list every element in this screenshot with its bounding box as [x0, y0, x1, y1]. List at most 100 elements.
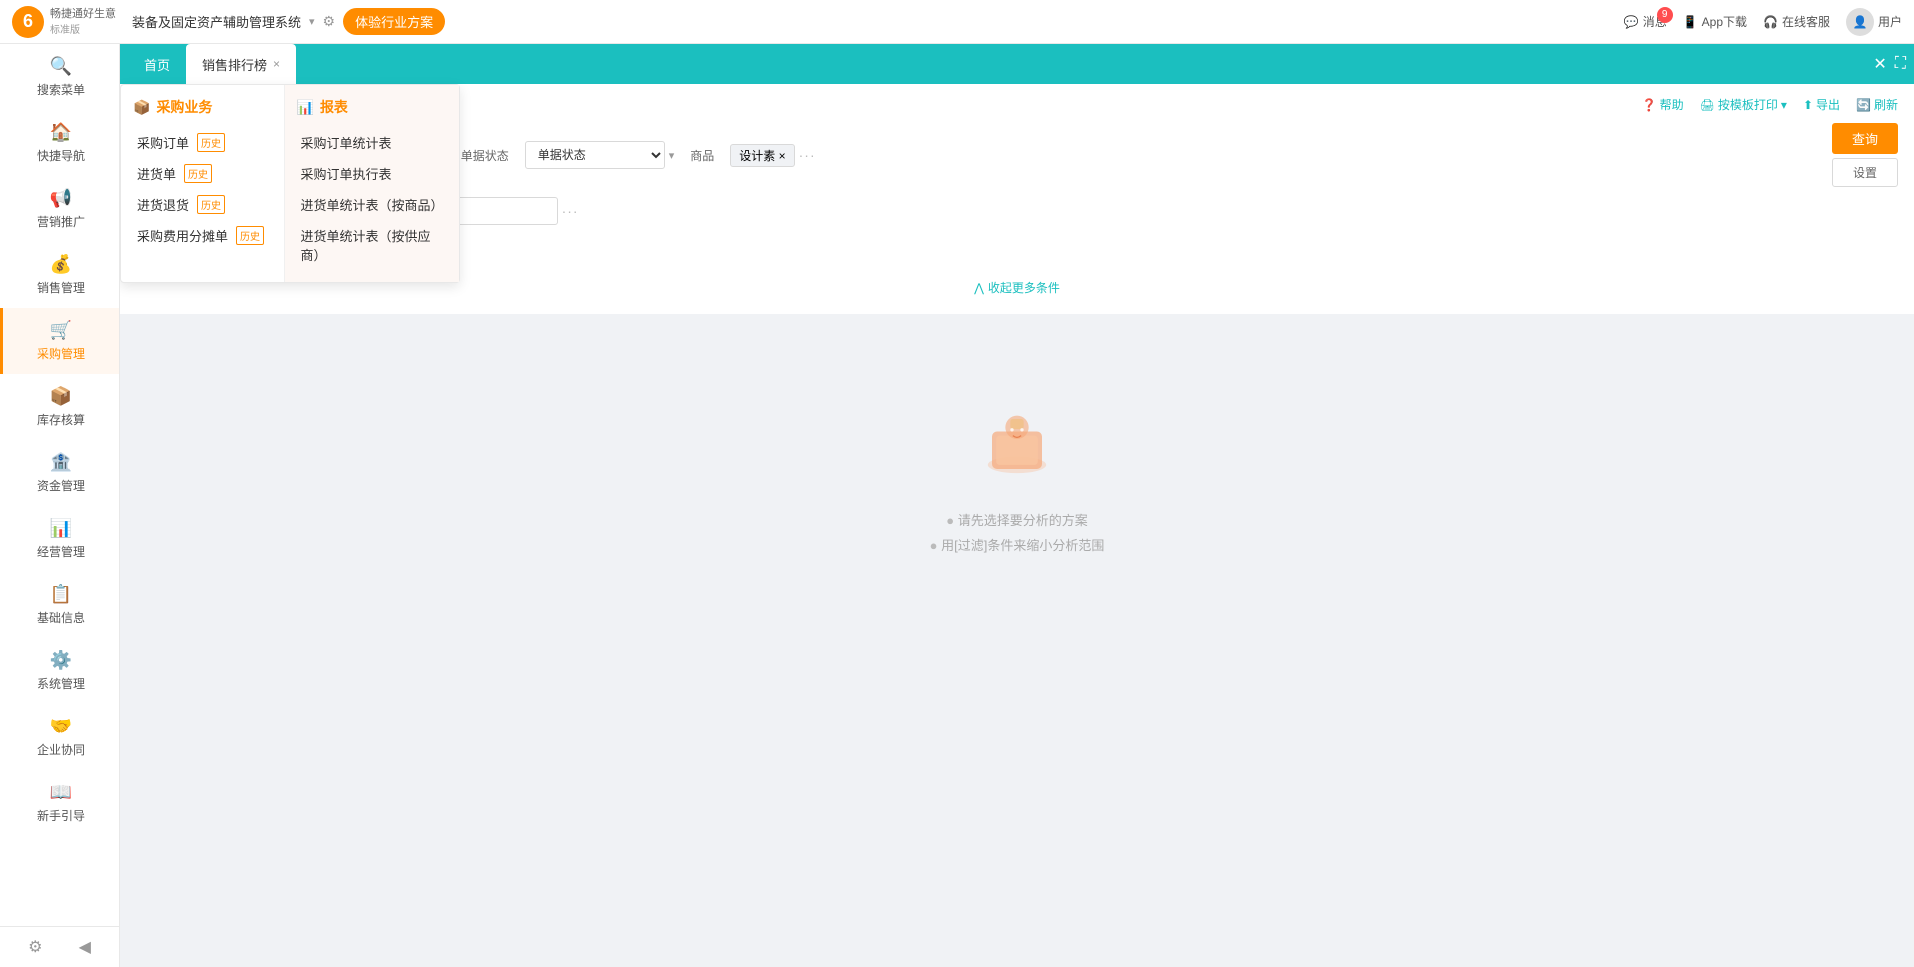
sidebar-item-sales[interactable]: 💰 销售管理 — [0, 242, 119, 308]
purchase-icon: 🛒 — [50, 320, 72, 341]
export-label: 导出 — [1816, 96, 1840, 113]
goods-more-icon[interactable]: ··· — [799, 147, 816, 163]
system-name: 装备及固定资产辅助管理系统 — [132, 12, 301, 31]
purchase-dropdown-menu: 📦 采购业务 采购订单 历史 进货单 历史 进货退货 历史 — [120, 84, 460, 283]
sidebar-item-label: 快捷导航 — [37, 147, 85, 164]
sidebar-item-cooperation[interactable]: 🤝 企业协同 — [0, 704, 119, 770]
sidebar-item-label: 销售管理 — [37, 279, 85, 296]
app-label: App下载 — [1702, 13, 1747, 30]
tab-home[interactable]: 首页 — [128, 44, 186, 84]
sidebar-item-label: 搜索菜单 — [37, 81, 85, 98]
print-dropdown-icon[interactable]: ▾ — [1781, 98, 1787, 112]
hist-badge-expense: 历史 — [236, 226, 264, 245]
footer-collapse-icon[interactable]: ◀ — [79, 937, 91, 957]
sidebar-item-basic[interactable]: 📋 基础信息 — [0, 572, 119, 638]
expense-label: 采购费用分摊单 — [137, 226, 228, 245]
export-btn[interactable]: ⬆ 导出 — [1803, 96, 1840, 113]
menu-item-po-stat[interactable]: 采购订单统计表 — [297, 127, 448, 158]
doc-status-label: 单据状态 — [461, 147, 509, 164]
empty-state: ● 请先选择要分析的方案 ● 用[过滤]条件来缩小分析范围 — [120, 314, 1914, 640]
empty-line2: 用[过滤]条件来缩小分析范围 — [941, 538, 1104, 553]
message-btn[interactable]: 💬 消息 9 — [1624, 13, 1667, 30]
tab-sales-rank[interactable]: 销售排行榜 × — [186, 44, 296, 84]
industry-btn[interactable]: 体验行业方案 — [343, 8, 445, 35]
menu-item-receipt-stat-supplier[interactable]: 进货单统计表（按供应商） — [297, 220, 448, 270]
refresh-label: 刷新 — [1874, 96, 1898, 113]
set-btn[interactable]: 设置 — [1832, 158, 1898, 187]
goods-label: 商品 — [690, 147, 714, 164]
phone-icon: 📱 — [1683, 15, 1698, 29]
po-label: 采购订单 — [137, 133, 189, 152]
menu-item-receipt-stat-goods[interactable]: 进货单统计表（按商品） — [297, 189, 448, 220]
sidebar-item-label: 系统管理 — [37, 675, 85, 692]
menu-item-expense[interactable]: 采购费用分摊单 历史 — [133, 220, 284, 251]
sidebar-item-operations[interactable]: 📊 经营管理 — [0, 506, 119, 572]
purchase-business-label: 采购业务 — [156, 97, 212, 117]
help-icon: ❓ — [1642, 98, 1657, 112]
menu-item-receipt[interactable]: 进货单 历史 — [133, 158, 284, 189]
hist-badge-return: 历史 — [197, 195, 225, 214]
sidebar-item-system[interactable]: ⚙️ 系统管理 — [0, 638, 119, 704]
system-title-area: 装备及固定资产辅助管理系统 ▾ ⚙ 体验行业方案 — [132, 8, 1624, 35]
footer-settings-icon[interactable]: ⚙ — [28, 937, 42, 957]
receipt-stat-supplier-label: 进货单统计表（按供应商） — [301, 226, 444, 264]
system-icon: ⚙️ — [50, 650, 72, 671]
main-content: 首页 销售排行榜 × ✕ ⛶ 📦 采购业务 采购订单 — [120, 44, 1914, 967]
empty-illustration — [967, 394, 1067, 494]
sidebar-item-purchase[interactable]: 🛒 采购管理 — [0, 308, 119, 374]
empty-text-2: ● 用[过滤]条件来缩小分析范围 — [930, 535, 1105, 554]
logo-text: 畅捷通好生意 标准版 — [50, 7, 116, 36]
salesman-more-icon[interactable]: ··· — [562, 203, 579, 219]
query-btn[interactable]: 查询 — [1832, 123, 1898, 154]
po-exec-label: 采购订单执行表 — [301, 164, 392, 183]
menu-item-po[interactable]: 采购订单 历史 — [133, 127, 284, 158]
doc-status-dropdown-icon[interactable]: ▾ — [669, 149, 675, 162]
tab-home-label: 首页 — [144, 55, 170, 74]
print-btn[interactable]: 🖨 按模板打印 ▾ — [1700, 96, 1787, 113]
logo-line1: 畅捷通好生意 — [50, 7, 116, 21]
service-label: 在线客服 — [1782, 13, 1830, 30]
cooperation-icon: 🤝 — [50, 716, 72, 737]
sidebar-item-label: 采购管理 — [37, 345, 85, 362]
receipt-label: 进货单 — [137, 164, 176, 183]
user-btn[interactable]: 👤 用户 — [1846, 8, 1902, 36]
collapse-icon: ⋀ — [974, 281, 984, 295]
marketing-icon: 📢 — [50, 188, 72, 209]
doc-status-select[interactable]: 单据状态 — [525, 141, 665, 169]
sidebar-item-label: 库存核算 — [37, 411, 85, 428]
sidebar-item-search[interactable]: 🔍 搜索菜单 — [0, 44, 119, 110]
hist-badge-receipt: 历史 — [184, 164, 212, 183]
sidebar-footer: ⚙ ◀ — [0, 926, 119, 967]
menu-item-return[interactable]: 进货退货 历史 — [133, 189, 284, 220]
return-label: 进货退货 — [137, 195, 189, 214]
tab-bar: 首页 销售排行榜 × ✕ ⛶ 📦 采购业务 采购订单 — [120, 44, 1914, 84]
finance-icon: 🏦 — [50, 452, 72, 473]
sidebar-item-label: 企业协同 — [37, 741, 85, 758]
sidebar-item-label: 经营管理 — [37, 543, 85, 560]
sidebar-item-finance[interactable]: 🏦 资金管理 — [0, 440, 119, 506]
sidebar-item-quick[interactable]: 🏠 快捷导航 — [0, 110, 119, 176]
sidebar-item-marketing[interactable]: 📢 营销推广 — [0, 176, 119, 242]
export-icon: ⬆ — [1803, 98, 1813, 112]
collapse-label: 收起更多条件 — [988, 279, 1060, 296]
app-body: 🔍 搜索菜单 🏠 快捷导航 📢 营销推广 💰 销售管理 🛒 采购管理 📦 库存核… — [0, 44, 1914, 967]
app-download-btn[interactable]: 📱 App下载 — [1683, 13, 1747, 30]
menu-item-po-exec[interactable]: 采购订单执行表 — [297, 158, 448, 189]
system-dropdown-arrow[interactable]: ▾ — [309, 15, 315, 28]
header-right: 💬 消息 9 📱 App下载 🎧 在线客服 👤 用户 — [1624, 8, 1902, 36]
help-btn[interactable]: ❓ 帮助 — [1642, 96, 1684, 113]
hist-badge-po: 历史 — [197, 133, 225, 152]
sidebar-item-guide[interactable]: 📖 新手引导 — [0, 770, 119, 836]
refresh-icon: 🔄 — [1856, 98, 1871, 112]
purchase-report-heading: 📊 报表 — [297, 97, 448, 117]
service-btn[interactable]: 🎧 在线客服 — [1763, 13, 1830, 30]
tab-controls: ✕ ⛶ — [1873, 54, 1906, 74]
tab-minimize-icon[interactable]: ✕ — [1873, 54, 1886, 74]
tab-expand-icon[interactable]: ⛶ — [1895, 55, 1906, 73]
refresh-btn[interactable]: 🔄 刷新 — [1856, 96, 1898, 113]
sidebar-item-label: 基础信息 — [37, 609, 85, 626]
settings-icon[interactable]: ⚙ — [323, 13, 336, 30]
empty-line1: 请先选择要分析的方案 — [958, 513, 1088, 528]
tab-close-icon[interactable]: × — [273, 57, 280, 71]
sidebar-item-inventory[interactable]: 📦 库存核算 — [0, 374, 119, 440]
